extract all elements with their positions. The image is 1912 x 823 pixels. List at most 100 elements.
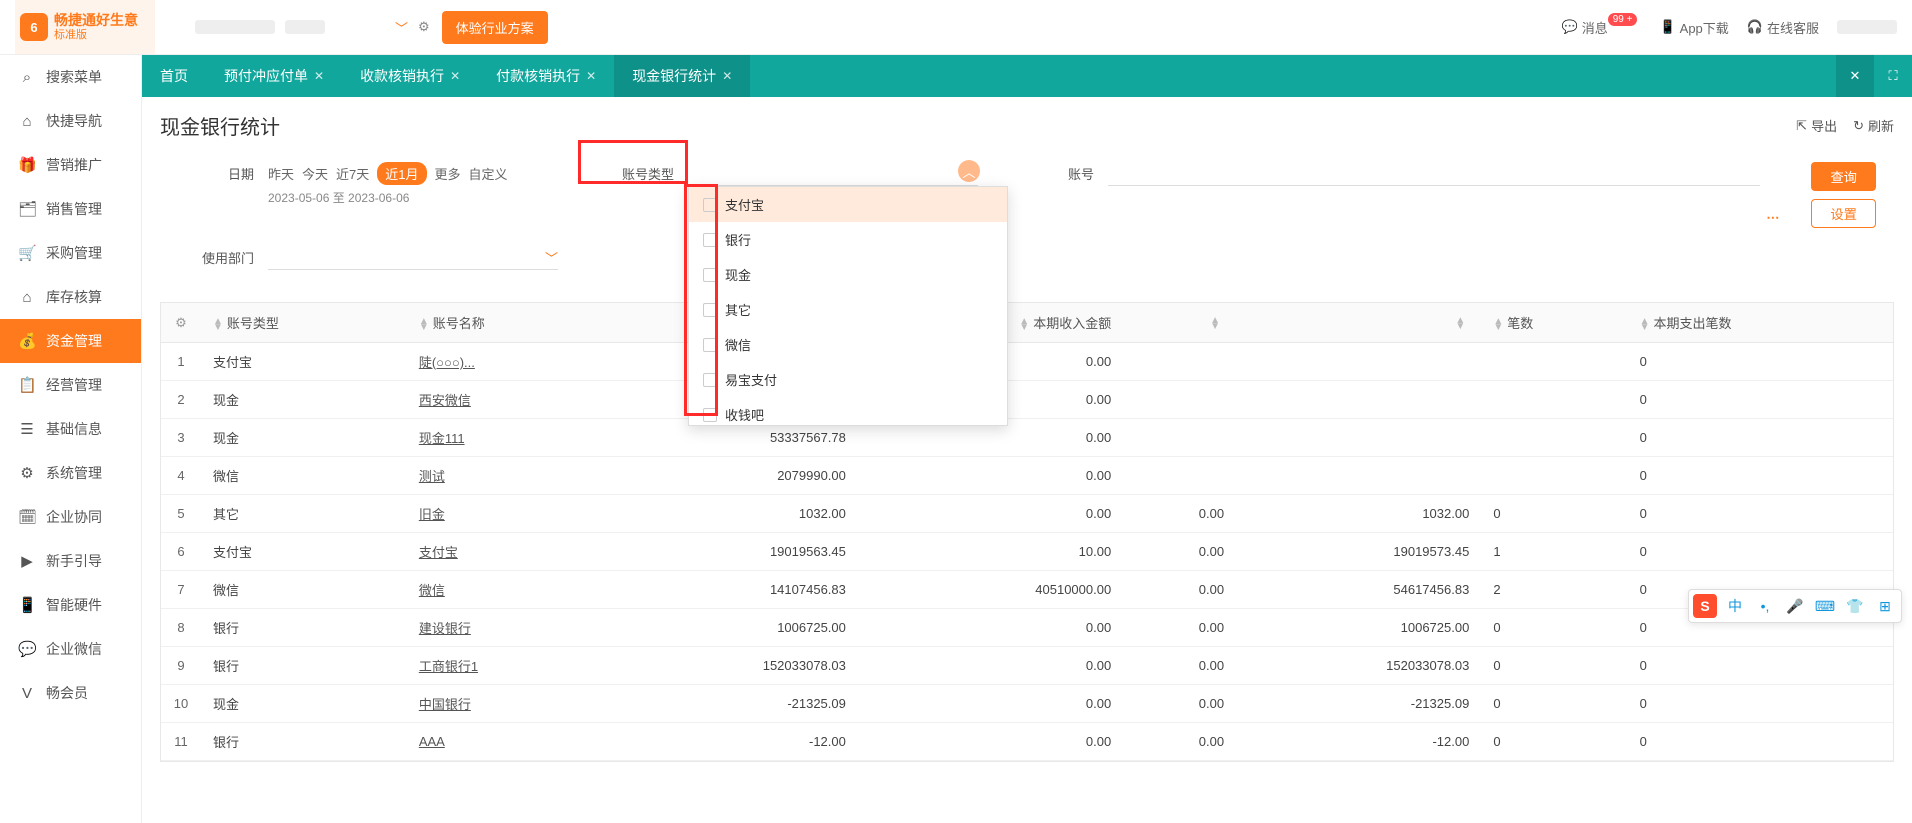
online-service-button[interactable]: 🎧 在线客服: [1747, 18, 1819, 37]
checkbox-icon[interactable]: [703, 338, 717, 352]
col-header[interactable]: ▲▼: [1123, 303, 1236, 343]
gear-icon[interactable]: ⚙: [418, 19, 430, 35]
sidebar-item-库存核算[interactable]: ⌂库存核算: [0, 275, 141, 319]
close-icon[interactable]: ✕: [450, 69, 460, 83]
sidebar-item-快捷导航[interactable]: ⌂快捷导航: [0, 99, 141, 143]
dropdown-item-支付宝[interactable]: 支付宝: [689, 187, 1007, 222]
collapse-icon[interactable]: ︿: [958, 160, 980, 182]
ime-grid-icon[interactable]: ⊞: [1873, 594, 1897, 618]
account-link[interactable]: 现金111: [419, 431, 465, 446]
checkbox-icon[interactable]: [703, 268, 717, 282]
dropdown-item-微信[interactable]: 微信: [689, 327, 1007, 362]
sort-icon[interactable]: ▲▼: [1640, 319, 1650, 331]
query-button[interactable]: 查询: [1811, 162, 1876, 191]
account-link[interactable]: 工商银行1: [419, 659, 478, 674]
cell-c1: 0.00: [1123, 723, 1236, 761]
ime-keyboard-icon[interactable]: ⌨: [1813, 594, 1837, 618]
account-link[interactable]: AAA: [419, 734, 445, 749]
setting-button[interactable]: 设置: [1811, 199, 1876, 228]
sidebar-item-经营管理[interactable]: 📋经营管理: [0, 363, 141, 407]
col-header[interactable]: ▲▼笔数: [1481, 303, 1627, 343]
sort-icon[interactable]: ▲▼: [419, 319, 429, 331]
close-icon[interactable]: ✕: [314, 69, 324, 83]
try-plan-button[interactable]: 体验行业方案: [442, 11, 548, 44]
col-header[interactable]: ▲▼账号名称: [407, 303, 613, 343]
account-link[interactable]: 测试: [419, 469, 445, 484]
sidebar-item-资金管理[interactable]: 💰资金管理: [0, 319, 141, 363]
sidebar-item-智能硬件[interactable]: 📱智能硬件: [0, 583, 141, 627]
sort-icon[interactable]: ▲▼: [1019, 319, 1029, 331]
tab-收款核销执行[interactable]: 收款核销执行✕: [342, 55, 478, 97]
messages-button[interactable]: 💬 消息 99 +: [1562, 18, 1642, 37]
sidebar-item-畅会员[interactable]: V畅会员: [0, 671, 141, 715]
close-tab-button[interactable]: ✕: [1836, 55, 1874, 97]
dropdown-item-易宝支付[interactable]: 易宝支付: [689, 362, 1007, 397]
checkbox-icon[interactable]: [703, 198, 717, 212]
dropdown-item-现金[interactable]: 现金: [689, 257, 1007, 292]
account-link[interactable]: 中国银行: [419, 697, 471, 712]
sort-icon[interactable]: ▲▼: [213, 319, 223, 331]
sidebar-item-新手引导[interactable]: ▶新手引导: [0, 539, 141, 583]
sidebar-item-销售管理[interactable]: 🗂销售管理: [0, 187, 141, 231]
gear-icon[interactable]: ⚙: [175, 315, 187, 330]
refresh-button[interactable]: ↻ 刷新: [1853, 116, 1894, 135]
account-link[interactable]: 西安微信: [419, 393, 471, 408]
dropdown-item-收钱吧[interactable]: 收钱吧: [689, 397, 1007, 426]
ime-logo-icon[interactable]: S: [1693, 594, 1717, 618]
cell-name: 支付宝: [407, 533, 613, 571]
tab-首页[interactable]: 首页: [142, 55, 206, 97]
sidebar-item-企业协同[interactable]: 🗓企业协同: [0, 495, 141, 539]
account-type-dropdown[interactable]: 支付宝银行现金其它微信易宝支付收钱吧长沙银行: [688, 186, 1008, 426]
account-link[interactable]: 支付宝: [419, 545, 458, 560]
checkbox-icon[interactable]: [703, 303, 717, 317]
dropdown-item-其它[interactable]: 其它: [689, 292, 1007, 327]
account-link[interactable]: 陡(○○○)...: [419, 355, 475, 370]
chevron-down-icon[interactable]: ﹀: [545, 248, 558, 267]
checkbox-icon[interactable]: [703, 233, 717, 247]
ime-skin-icon[interactable]: 👕: [1843, 594, 1867, 618]
user-area[interactable]: [1837, 20, 1897, 34]
account-link[interactable]: 微信: [419, 583, 445, 598]
sort-icon[interactable]: ▲▼: [1455, 318, 1465, 330]
col-header[interactable]: ▲▼: [1236, 303, 1481, 343]
dept-input[interactable]: [268, 246, 558, 270]
account-type-input[interactable]: [688, 162, 978, 186]
sidebar-item-营销推广[interactable]: 🎁营销推广: [0, 143, 141, 187]
sort-icon[interactable]: ▲▼: [1210, 318, 1220, 330]
date-option-更多[interactable]: 更多: [435, 164, 461, 183]
date-option-自定义[interactable]: 自定义: [469, 164, 508, 183]
tab-付款核销执行[interactable]: 付款核销执行✕: [478, 55, 614, 97]
sort-icon[interactable]: ▲▼: [1493, 319, 1503, 331]
checkbox-icon[interactable]: [703, 408, 717, 422]
date-option-近1月[interactable]: 近1月: [377, 162, 426, 185]
export-button[interactable]: ⇱ 导出: [1796, 116, 1837, 135]
col-header[interactable]: ▲▼账号类型: [201, 303, 407, 343]
checkbox-icon[interactable]: [703, 373, 717, 387]
org-selector[interactable]: ﹀: [195, 18, 408, 37]
tab-预付冲应付单[interactable]: 预付冲应付单✕: [206, 55, 342, 97]
app-label: App下载: [1680, 18, 1729, 37]
close-icon[interactable]: ✕: [586, 69, 596, 83]
more-dots-icon[interactable]: ⋯: [1766, 210, 1781, 228]
ime-lang-icon[interactable]: 中: [1723, 594, 1747, 618]
date-option-今天[interactable]: 今天: [302, 164, 328, 183]
chevron-down-icon[interactable]: ﹀: [395, 18, 408, 37]
sidebar-item-搜索菜单[interactable]: ⌕搜索菜单: [0, 55, 141, 99]
sidebar-item-基础信息[interactable]: ☰基础信息: [0, 407, 141, 451]
expand-button[interactable]: ⛶: [1874, 55, 1912, 97]
app-download-button[interactable]: 📱 App下载: [1659, 18, 1728, 37]
col-header[interactable]: ▲▼本期支出笔数: [1628, 303, 1893, 343]
account-link[interactable]: 旧金: [419, 507, 445, 522]
ime-punct-icon[interactable]: •,: [1753, 594, 1777, 618]
date-option-昨天[interactable]: 昨天: [268, 164, 294, 183]
sidebar-item-系统管理[interactable]: ⚙系统管理: [0, 451, 141, 495]
close-icon[interactable]: ✕: [722, 69, 732, 83]
ime-mic-icon[interactable]: 🎤: [1783, 594, 1807, 618]
account-link[interactable]: 建设银行: [419, 621, 471, 636]
tab-现金银行统计[interactable]: 现金银行统计✕: [614, 55, 750, 97]
account-input[interactable]: [1108, 162, 1760, 186]
date-option-近7天[interactable]: 近7天: [336, 164, 369, 183]
sidebar-item-采购管理[interactable]: 🛒采购管理: [0, 231, 141, 275]
sidebar-item-企业微信[interactable]: 💬企业微信: [0, 627, 141, 671]
dropdown-item-银行[interactable]: 银行: [689, 222, 1007, 257]
